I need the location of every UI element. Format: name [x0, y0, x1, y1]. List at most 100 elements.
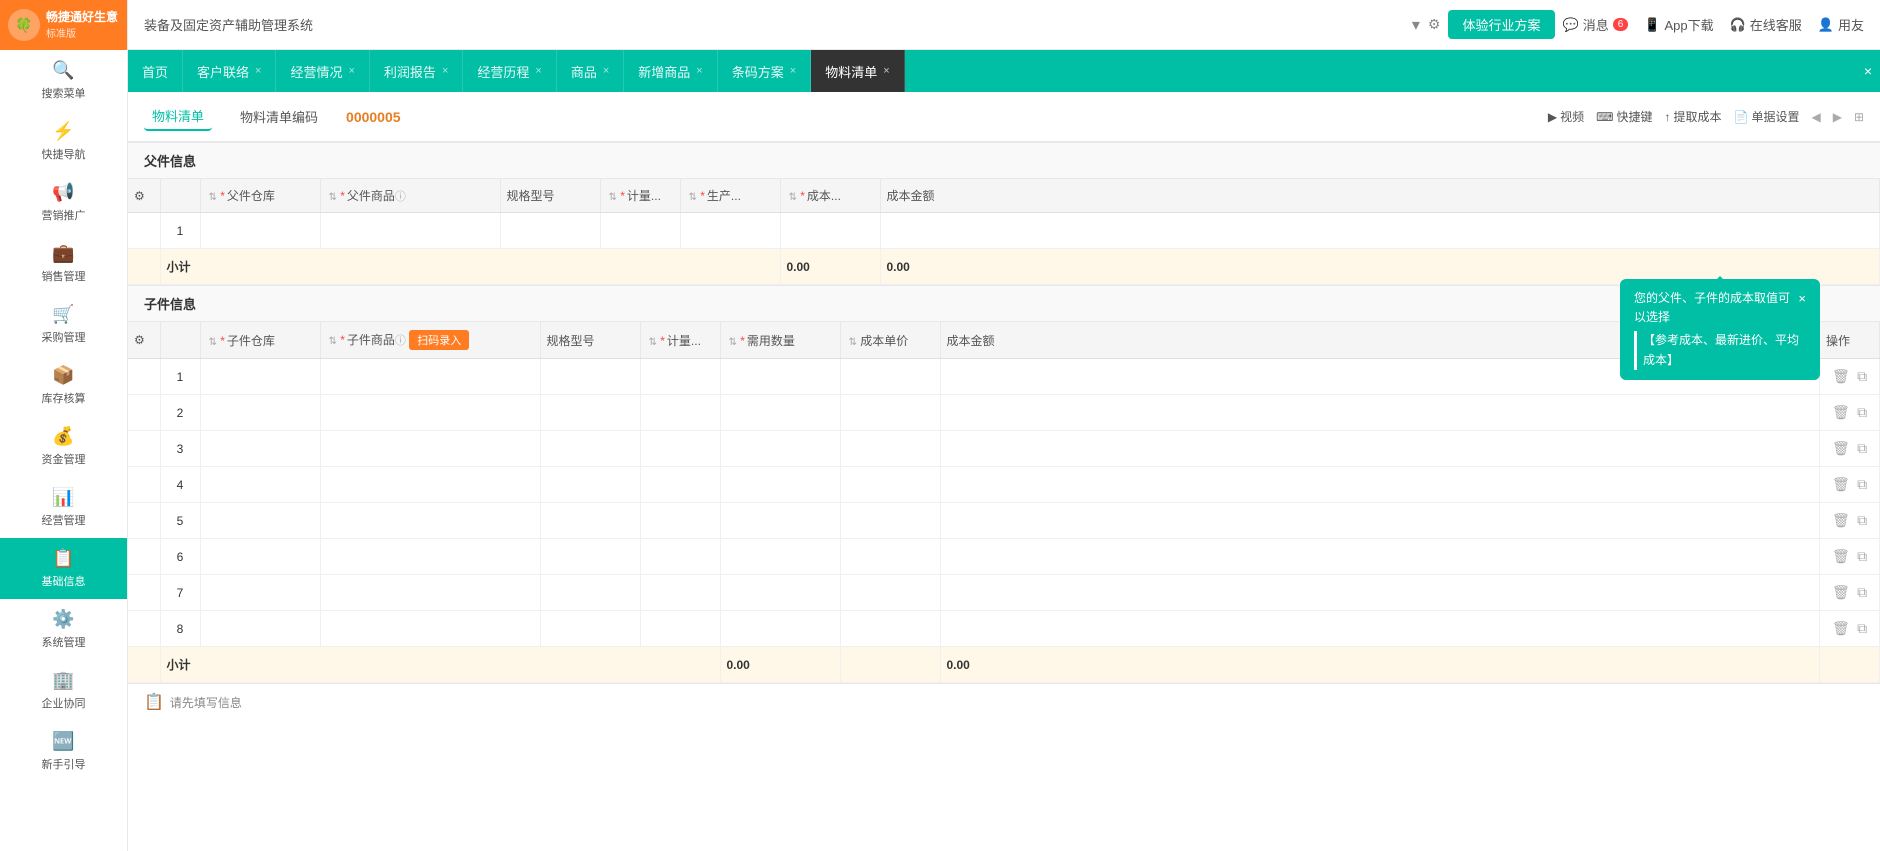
- child-settings-icon[interactable]: ⚙: [134, 333, 145, 347]
- child-row-product[interactable]: [320, 575, 540, 611]
- parent-row-production[interactable]: [680, 213, 780, 249]
- child-row-unit-cost[interactable]: [840, 539, 940, 575]
- child-row-unit[interactable]: [640, 503, 720, 539]
- scan-button[interactable]: 扫码录入: [409, 330, 469, 350]
- child-row-unit[interactable]: [640, 431, 720, 467]
- sidebar-item-purchase[interactable]: 🛒 采购管理: [0, 294, 127, 355]
- child-row-cost-amount[interactable]: [940, 503, 1820, 539]
- tooltip-close-button[interactable]: ×: [1798, 289, 1806, 310]
- view-action[interactable]: ▶ 视频: [1548, 108, 1584, 125]
- tab-close-operations-status[interactable]: ×: [348, 65, 354, 77]
- copy-icon[interactable]: ⧉: [1857, 620, 1867, 636]
- child-row-warehouse[interactable]: [200, 395, 320, 431]
- sidebar-item-system[interactable]: ⚙️ 系统管理: [0, 599, 127, 660]
- tab-close-bom[interactable]: ×: [883, 65, 889, 77]
- child-row-cost-amount[interactable]: [940, 575, 1820, 611]
- delete-icon[interactable]: 🗑: [1832, 404, 1850, 420]
- sidebar-item-search[interactable]: 🔍 搜索菜单: [0, 50, 127, 111]
- child-row-quantity[interactable]: [720, 611, 840, 647]
- tab-close-barcode[interactable]: ×: [790, 65, 796, 77]
- col-settings-icon[interactable]: ⚙: [134, 189, 145, 203]
- child-row-product[interactable]: [320, 539, 540, 575]
- delete-icon[interactable]: 🗑: [1832, 512, 1850, 528]
- single-setting-action[interactable]: 📄 单据设置: [1734, 108, 1800, 125]
- child-row-unit[interactable]: [640, 575, 720, 611]
- copy-icon[interactable]: ⧉: [1857, 404, 1867, 420]
- child-row-warehouse[interactable]: [200, 575, 320, 611]
- child-row-warehouse[interactable]: [200, 359, 320, 395]
- tab-home[interactable]: 首页: [128, 50, 183, 92]
- copy-icon[interactable]: ⧉: [1857, 548, 1867, 564]
- tab-customer[interactable]: 客户联络 ×: [183, 50, 276, 92]
- nav-arrow-left[interactable]: ◀: [1811, 110, 1820, 124]
- parent-row-cost[interactable]: [780, 213, 880, 249]
- child-row-quantity[interactable]: [720, 359, 840, 395]
- delete-icon[interactable]: 🗑: [1832, 476, 1850, 492]
- tab-bom[interactable]: 物料清单 ×: [811, 50, 904, 92]
- tab-close-history[interactable]: ×: [535, 65, 541, 77]
- child-row-product[interactable]: [320, 395, 540, 431]
- child-row-unit[interactable]: [640, 395, 720, 431]
- sidebar-item-quick-nav[interactable]: ⚡ 快捷导航: [0, 111, 127, 172]
- dropdown-arrow-icon[interactable]: ▾: [1412, 15, 1420, 35]
- trial-button[interactable]: 体验行业方案: [1448, 10, 1554, 39]
- child-row-unit-cost[interactable]: [840, 431, 940, 467]
- child-row-warehouse[interactable]: [200, 467, 320, 503]
- sidebar-item-operations[interactable]: 📊 经营管理: [0, 477, 127, 538]
- sidebar-item-finance[interactable]: 💰 资金管理: [0, 416, 127, 477]
- parent-row-spec[interactable]: [500, 213, 600, 249]
- child-row-cost-amount[interactable]: [940, 431, 1820, 467]
- child-row-spec[interactable]: [540, 503, 640, 539]
- child-row-product[interactable]: [320, 503, 540, 539]
- child-row-spec[interactable]: [540, 539, 640, 575]
- child-row-warehouse[interactable]: [200, 539, 320, 575]
- tab-history[interactable]: 经营历程 ×: [463, 50, 556, 92]
- child-row-cost-amount[interactable]: [940, 467, 1820, 503]
- child-row-unit[interactable]: [640, 539, 720, 575]
- shortcut-action[interactable]: ⌨ 快捷键: [1596, 108, 1652, 125]
- child-row-unit-cost[interactable]: [840, 359, 940, 395]
- delete-icon[interactable]: 🗑: [1832, 440, 1850, 456]
- tab-close-goods[interactable]: ×: [603, 65, 609, 77]
- child-row-warehouse[interactable]: [200, 503, 320, 539]
- child-row-quantity[interactable]: [720, 395, 840, 431]
- child-row-product[interactable]: [320, 611, 540, 647]
- child-row-quantity[interactable]: [720, 575, 840, 611]
- online-service-button[interactable]: 🎧 在线客服: [1730, 15, 1802, 34]
- child-row-warehouse[interactable]: [200, 431, 320, 467]
- copy-icon[interactable]: ⧉: [1857, 440, 1867, 456]
- message-button[interactable]: 💬 消息 6: [1563, 15, 1629, 34]
- child-row-spec[interactable]: [540, 431, 640, 467]
- sidebar-item-enterprise[interactable]: 🏢 企业协同: [0, 660, 127, 721]
- child-row-product[interactable]: [320, 431, 540, 467]
- child-row-product[interactable]: [320, 467, 540, 503]
- child-row-unit-cost[interactable]: [840, 575, 940, 611]
- sidebar-item-sales[interactable]: 💼 销售管理: [0, 233, 127, 294]
- settings-gear-icon[interactable]: ⚙: [1428, 16, 1441, 33]
- copy-icon[interactable]: ⧉: [1857, 512, 1867, 528]
- app-download-button[interactable]: 📱 App下载: [1644, 15, 1713, 34]
- child-row-unit-cost[interactable]: [840, 395, 940, 431]
- child-row-unit[interactable]: [640, 359, 720, 395]
- child-row-spec[interactable]: [540, 611, 640, 647]
- tab-operations-status[interactable]: 经营情况 ×: [276, 50, 369, 92]
- copy-icon[interactable]: ⧉: [1857, 476, 1867, 492]
- tab-close-new-goods[interactable]: ×: [696, 65, 702, 77]
- tab-barcode[interactable]: 条码方案 ×: [718, 50, 811, 92]
- tab-goods[interactable]: 商品 ×: [557, 50, 624, 92]
- child-row-unit[interactable]: [640, 467, 720, 503]
- child-row-unit[interactable]: [640, 611, 720, 647]
- child-row-quantity[interactable]: [720, 431, 840, 467]
- copy-icon[interactable]: ⧉: [1857, 584, 1867, 600]
- child-row-cost-amount[interactable]: [940, 539, 1820, 575]
- child-row-unit-cost[interactable]: [840, 467, 940, 503]
- child-row-unit-cost[interactable]: [840, 503, 940, 539]
- delete-icon[interactable]: 🗑: [1832, 548, 1850, 564]
- child-row-cost-amount[interactable]: [940, 611, 1820, 647]
- tab-new-goods[interactable]: 新增商品 ×: [624, 50, 717, 92]
- parent-row-unit[interactable]: [600, 213, 680, 249]
- sidebar-item-marketing[interactable]: 📢 营销推广: [0, 172, 127, 233]
- delete-icon[interactable]: 🗑: [1832, 368, 1850, 384]
- child-row-quantity[interactable]: [720, 539, 840, 575]
- child-row-warehouse[interactable]: [200, 611, 320, 647]
